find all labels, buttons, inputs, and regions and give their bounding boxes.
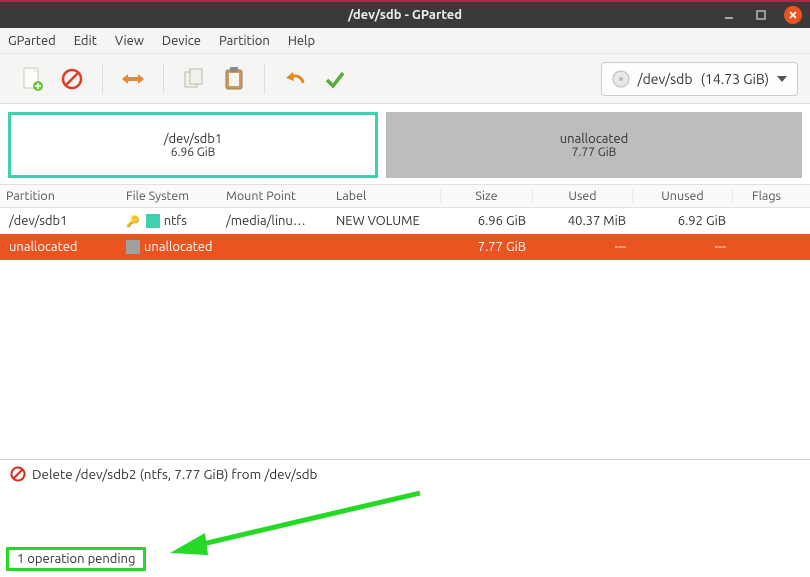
col-used[interactable]: Used xyxy=(532,189,632,203)
cell-filesystem: unallocated xyxy=(120,240,220,254)
disk-map: /dev/sdb1 6.96 GiB unallocated 7.77 GiB xyxy=(0,104,810,184)
toolbar-separator xyxy=(163,64,164,94)
check-icon xyxy=(324,68,346,90)
pending-op-text: Delete /dev/sdb2 (ntfs, 7.77 GiB) from /… xyxy=(32,466,317,482)
cell-used: 40.37 MiB xyxy=(532,214,632,228)
undo-icon xyxy=(283,69,307,89)
table-row[interactable]: /dev/sdb1 🔑 ntfs /media/linu… NEW VOLUME… xyxy=(0,208,810,234)
paste-icon xyxy=(224,67,244,91)
pending-op-row[interactable]: Delete /dev/sdb2 (ntfs, 7.77 GiB) from /… xyxy=(10,466,800,482)
status-bar: 1 operation pending xyxy=(6,547,146,571)
map-unallocated[interactable]: unallocated 7.77 GiB xyxy=(386,112,802,178)
col-mount[interactable]: Mount Point xyxy=(220,189,330,203)
window-title: /dev/sdb - GParted xyxy=(348,8,462,22)
menu-gparted[interactable]: GParted xyxy=(8,34,56,48)
minimize-icon xyxy=(724,10,734,20)
map-unalloc-name: unallocated xyxy=(560,132,629,146)
copy-button[interactable] xyxy=(180,65,208,93)
map-part-size: 6.96 GiB xyxy=(171,146,216,159)
resize-move-button[interactable] xyxy=(119,65,147,93)
forbidden-icon xyxy=(61,68,83,90)
cell-mount: /media/linu… xyxy=(220,214,330,228)
copy-icon xyxy=(183,68,205,90)
map-unalloc-size: 7.77 GiB xyxy=(572,146,617,159)
new-file-icon xyxy=(21,66,43,92)
titlebar: /dev/sdb - GParted xyxy=(0,0,810,28)
menu-edit[interactable]: Edit xyxy=(74,34,97,48)
window-controls xyxy=(720,6,802,24)
cell-size: 7.77 GiB xyxy=(440,240,532,254)
menu-device[interactable]: Device xyxy=(162,34,201,48)
apply-button[interactable] xyxy=(321,65,349,93)
fs-swatch-icon xyxy=(146,214,160,228)
cell-unused: --- xyxy=(632,240,732,254)
device-selector[interactable]: /dev/sdb (14.73 GiB) xyxy=(601,62,798,96)
close-icon xyxy=(788,10,798,20)
col-flags[interactable]: Flags xyxy=(732,189,800,203)
device-size: (14.73 GiB) xyxy=(701,71,769,87)
table-row[interactable]: unallocated unallocated 7.77 GiB --- --- xyxy=(0,234,810,260)
map-part-name: /dev/sdb1 xyxy=(164,132,222,146)
cell-partition: unallocated xyxy=(0,240,120,254)
col-unused[interactable]: Unused xyxy=(632,189,732,203)
key-icon: 🔑 xyxy=(126,215,140,228)
status-text: 1 operation pending xyxy=(17,552,135,566)
menu-help[interactable]: Help xyxy=(288,34,315,48)
toolbar-separator xyxy=(102,64,103,94)
cell-filesystem: 🔑 ntfs xyxy=(120,214,220,228)
undo-button[interactable] xyxy=(281,65,309,93)
resize-icon xyxy=(120,69,146,89)
cell-size: 6.96 GiB xyxy=(440,214,532,228)
paste-button[interactable] xyxy=(220,65,248,93)
new-partition-button[interactable] xyxy=(18,65,46,93)
col-size[interactable]: Size xyxy=(440,189,532,203)
col-label[interactable]: Label xyxy=(330,189,440,203)
maximize-button[interactable] xyxy=(752,6,770,24)
menubar: GParted Edit View Device Partition Help xyxy=(0,28,810,54)
partition-table-header: Partition File System Mount Point Label … xyxy=(0,184,810,208)
disk-icon xyxy=(612,70,630,88)
pending-operations-panel: Delete /dev/sdb2 (ntfs, 7.77 GiB) from /… xyxy=(0,459,810,549)
col-partition[interactable]: Partition xyxy=(0,189,120,203)
minimize-button[interactable] xyxy=(720,6,738,24)
col-filesystem[interactable]: File System xyxy=(120,189,220,203)
cell-partition: /dev/sdb1 xyxy=(0,214,120,228)
forbidden-icon xyxy=(10,466,26,482)
toolbar: /dev/sdb (14.73 GiB) xyxy=(0,54,810,104)
close-button[interactable] xyxy=(784,6,802,24)
fs-swatch-icon xyxy=(126,240,140,254)
cell-used: --- xyxy=(532,240,632,254)
menu-partition[interactable]: Partition xyxy=(219,34,270,48)
cell-label: NEW VOLUME xyxy=(330,214,440,228)
toolbar-separator xyxy=(264,64,265,94)
partition-table-body: /dev/sdb1 🔑 ntfs /media/linu… NEW VOLUME… xyxy=(0,208,810,260)
map-partition-sdb1[interactable]: /dev/sdb1 6.96 GiB xyxy=(8,112,378,178)
maximize-icon xyxy=(756,10,766,20)
device-name: /dev/sdb xyxy=(638,71,693,87)
delete-partition-button[interactable] xyxy=(58,65,86,93)
cell-unused: 6.92 GiB xyxy=(632,214,732,228)
menu-view[interactable]: View xyxy=(115,34,144,48)
chevron-down-icon xyxy=(777,74,787,84)
